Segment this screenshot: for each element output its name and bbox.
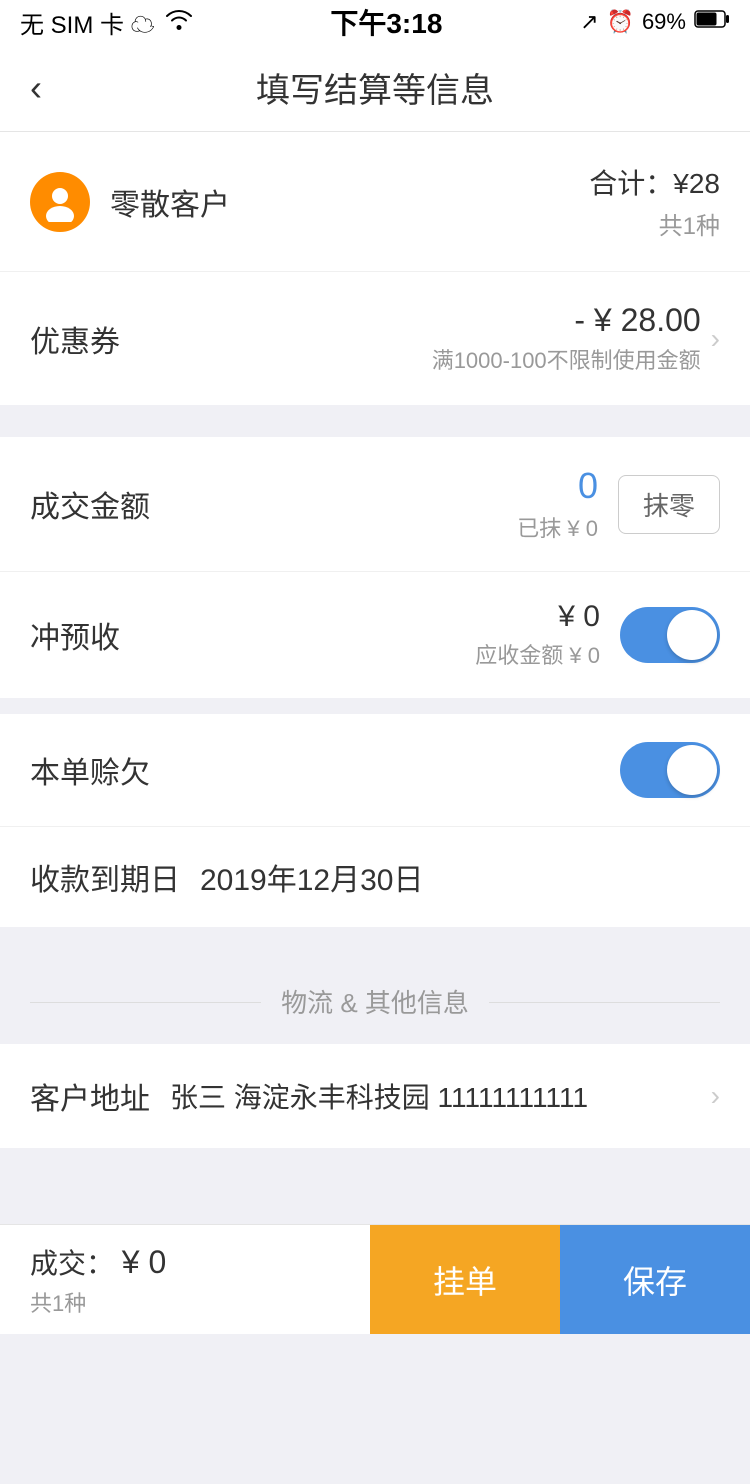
battery-icon [694, 9, 730, 35]
total-count-label: 共1种 [589, 206, 720, 241]
precollect-amounts: ¥ 0 应收金额 ¥ 0 [475, 600, 600, 670]
debt-toggle-knob [667, 745, 717, 795]
deal-amount-right: 0 已抹 ¥ 0 抹零 [517, 465, 720, 543]
precollect-row: 冲预收 ¥ 0 应收金额 ¥ 0 [0, 572, 750, 698]
logistics-header: 物流 & 其他信息 [0, 959, 750, 1044]
total-amount-label: 合计：¥28 [589, 162, 720, 202]
bottom-deal-label: 成交： [30, 1248, 114, 1279]
save-button[interactable]: 保存 [560, 1225, 750, 1334]
coupon-right: - ¥ 28.00 满1000-100不限制使用金额 › [432, 302, 720, 375]
deal-amount-label: 成交金额 [30, 482, 150, 526]
debt-toggle[interactable] [620, 742, 720, 798]
coupon-desc: 满1000-100不限制使用金额 [432, 343, 701, 375]
coupon-row[interactable]: 优惠券 - ¥ 28.00 满1000-100不限制使用金额 › [0, 271, 750, 405]
back-button[interactable]: ‹ [30, 67, 42, 109]
battery-label: 69% [642, 9, 686, 35]
address-chevron-icon: › [711, 1080, 720, 1112]
bottom-deal-amount: ¥ 0 [122, 1244, 166, 1280]
separator-3 [0, 927, 750, 943]
customer-total: 合计：¥28 共1种 [589, 162, 720, 241]
toggle-knob [667, 610, 717, 660]
customer-avatar [30, 172, 90, 232]
customer-name: 零散客户 [110, 180, 230, 224]
coupon-chevron-icon: › [711, 323, 720, 355]
no-sim-label: 无 SIM 卡 ☁ [20, 5, 155, 40]
precollect-sub: 应收金额 ¥ 0 [475, 638, 600, 670]
bottom-deal-row: 成交： ¥ 0 [30, 1242, 340, 1282]
status-time: 下午3:18 [330, 2, 442, 42]
address-row[interactable]: 客户地址 张三 海淀永丰科技园 11111111111 › [0, 1044, 750, 1148]
hold-button[interactable]: 挂单 [370, 1225, 560, 1334]
deal-section: 成交金额 0 已抹 ¥ 0 抹零 冲预收 ¥ 0 应收金额 ¥ 0 [0, 437, 750, 698]
separator-2 [0, 698, 750, 714]
precollect-right: ¥ 0 应收金额 ¥ 0 [475, 600, 720, 670]
separator-1 [0, 421, 750, 437]
bottom-summary: 成交： ¥ 0 共1种 [0, 1242, 370, 1318]
bottom-buttons: 挂单 保存 [370, 1225, 750, 1334]
bottom-count-label: 共1种 [30, 1286, 340, 1318]
customer-card: 零散客户 合计：¥28 共1种 优惠券 - ¥ 28.00 满1000-100不… [0, 132, 750, 405]
nav-title: 填写结算等信息 [256, 63, 494, 112]
customer-left: 零散客户 [30, 172, 230, 232]
due-date-value: 2019年12月30日 [200, 855, 423, 899]
due-date-row[interactable]: 收款到期日 2019年12月30日 [0, 826, 750, 927]
deal-amount-sub: 已抹 ¥ 0 [517, 511, 598, 543]
address-label: 客户地址 [30, 1074, 150, 1118]
round-zero-button[interactable]: 抹零 [618, 475, 720, 534]
wifi-icon [165, 8, 193, 37]
alarm-icon: ⏰ [607, 9, 634, 35]
debt-label: 本单赊欠 [30, 748, 150, 792]
location-icon: ↗ [580, 9, 598, 35]
logistics-title: 物流 & 其他信息 [261, 983, 489, 1020]
precollect-label: 冲预收 [30, 613, 120, 657]
customer-row[interactable]: 零散客户 合计：¥28 共1种 [0, 132, 750, 271]
debt-section: 本单赊欠 收款到期日 2019年12月30日 [0, 714, 750, 927]
coupon-discount: - ¥ 28.00 [432, 302, 701, 339]
bottom-bar: 成交： ¥ 0 共1种 挂单 保存 [0, 1224, 750, 1334]
precollect-amount: ¥ 0 [475, 600, 600, 634]
status-right: ↗ ⏰ 69% [580, 9, 730, 35]
deal-amount-row: 成交金额 0 已抹 ¥ 0 抹零 [0, 437, 750, 572]
due-date-label: 收款到期日 [30, 855, 180, 899]
status-left: 无 SIM 卡 ☁ [20, 5, 193, 40]
nav-bar: ‹ 填写结算等信息 [0, 44, 750, 132]
logistics-section: 物流 & 其他信息 [0, 959, 750, 1044]
precollect-toggle[interactable] [620, 607, 720, 663]
debt-row: 本单赊欠 [0, 714, 750, 826]
address-value: 张三 海淀永丰科技园 11111111111 [170, 1076, 711, 1116]
coupon-label: 优惠券 [30, 317, 120, 361]
deal-amount-input[interactable]: 0 [517, 465, 598, 507]
status-bar: 无 SIM 卡 ☁ 下午3:18 ↗ ⏰ 69% [0, 0, 750, 44]
